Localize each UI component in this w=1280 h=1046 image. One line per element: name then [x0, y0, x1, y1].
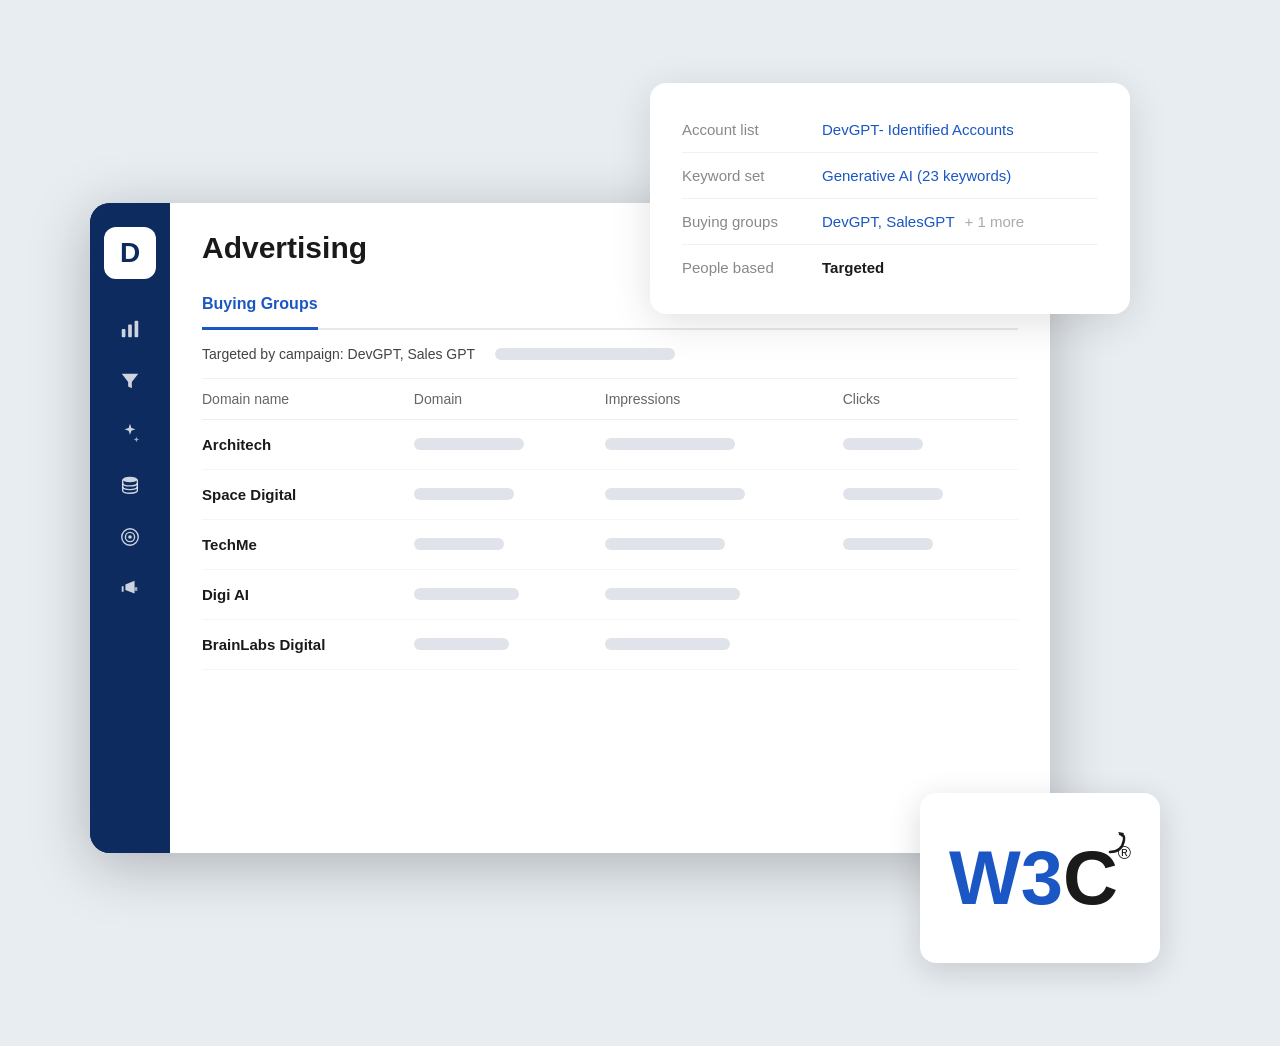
skeleton-filter	[495, 348, 675, 360]
skeleton-domain-4	[414, 638, 509, 650]
table-row: Architech	[202, 420, 1018, 470]
skeleton-clicks-1	[843, 488, 943, 500]
row-name-1: Space Digital	[202, 470, 414, 520]
table-row: TechMe	[202, 520, 1018, 570]
tooltip-row-buying: Buying groups DevGPT, SalesGPT + 1 more	[682, 199, 1098, 245]
svg-point-6	[128, 535, 132, 539]
table-row: Space Digital	[202, 470, 1018, 520]
col-domain: Domain	[414, 379, 605, 420]
tooltip-value-people: Targeted	[822, 259, 884, 276]
campaign-text: Targeted by campaign: DevGPT, Sales GPT	[202, 346, 475, 362]
skeleton-domain-1	[414, 488, 514, 500]
skeleton-clicks-0	[843, 438, 923, 450]
skeleton-impressions-2	[605, 538, 725, 550]
row-name-0: Architech	[202, 420, 414, 470]
w3c-c-letter: C	[1063, 840, 1118, 916]
row-name-2: TechMe	[202, 520, 414, 570]
tooltip-label-keyword: Keyword set	[682, 167, 802, 184]
nav-magic[interactable]	[108, 411, 152, 455]
tooltip-label-account: Account list	[682, 121, 802, 138]
svg-rect-0	[122, 329, 126, 337]
w3c-3-letter: 3	[1021, 840, 1063, 916]
tab-buying-groups[interactable]: Buying Groups	[202, 281, 318, 330]
tooltip-value-keyword: Generative AI (23 keywords)	[822, 167, 1011, 184]
table-row: Digi AI	[202, 570, 1018, 620]
w3c-w-letter: W	[949, 840, 1021, 916]
nav-analytics[interactable]	[108, 307, 152, 351]
logo: D	[104, 227, 156, 279]
col-domain-name: Domain name	[202, 379, 414, 420]
table-row: BrainLabs Digital	[202, 620, 1018, 670]
campaign-filter-row: Targeted by campaign: DevGPT, Sales GPT	[202, 330, 1018, 379]
logo-letter: D	[120, 237, 140, 269]
svg-rect-2	[135, 321, 139, 338]
w3c-logo: W 3 C ®	[949, 840, 1131, 916]
skeleton-domain-3	[414, 588, 519, 600]
svg-rect-1	[128, 324, 132, 337]
col-impressions: Impressions	[605, 379, 843, 420]
table-section: Targeted by campaign: DevGPT, Sales GPT …	[202, 330, 1018, 670]
skeleton-impressions-0	[605, 438, 735, 450]
tooltip-value-account: DevGPT- Identified Accounts	[822, 121, 1014, 138]
tooltip-row-account: Account list DevGPT- Identified Accounts	[682, 107, 1098, 153]
content-area: Buying Groups Targeted by campaign: DevG…	[170, 281, 1050, 853]
skeleton-domain-0	[414, 438, 524, 450]
skeleton-domain-2	[414, 538, 504, 550]
tooltip-card: Account list DevGPT- Identified Accounts…	[650, 83, 1130, 314]
skeleton-impressions-3	[605, 588, 740, 600]
table-header-row: Domain name Domain Impressions Clicks	[202, 379, 1018, 420]
tooltip-row-people: People based Targeted	[682, 245, 1098, 290]
nav-database[interactable]	[108, 463, 152, 507]
tooltip-label-people: People based	[682, 259, 802, 276]
sidebar: D	[90, 203, 170, 853]
col-clicks: Clicks	[843, 379, 1018, 420]
data-table: Domain name Domain Impressions Clicks Ar…	[202, 379, 1018, 670]
w3c-badge: W 3 C ®	[920, 793, 1160, 963]
row-name-4: BrainLabs Digital	[202, 620, 414, 670]
tooltip-value-buying: DevGPT, SalesGPT + 1 more	[822, 213, 1024, 230]
skeleton-impressions-1	[605, 488, 745, 500]
tooltip-label-buying: Buying groups	[682, 213, 802, 230]
skeleton-impressions-4	[605, 638, 730, 650]
svg-point-3	[123, 477, 138, 483]
nav-target[interactable]	[108, 515, 152, 559]
skeleton-clicks-2	[843, 538, 933, 550]
row-name-3: Digi AI	[202, 570, 414, 620]
nav-funnel[interactable]	[108, 359, 152, 403]
tooltip-row-keyword: Keyword set Generative AI (23 keywords)	[682, 153, 1098, 199]
nav-advertising[interactable]	[108, 567, 152, 611]
